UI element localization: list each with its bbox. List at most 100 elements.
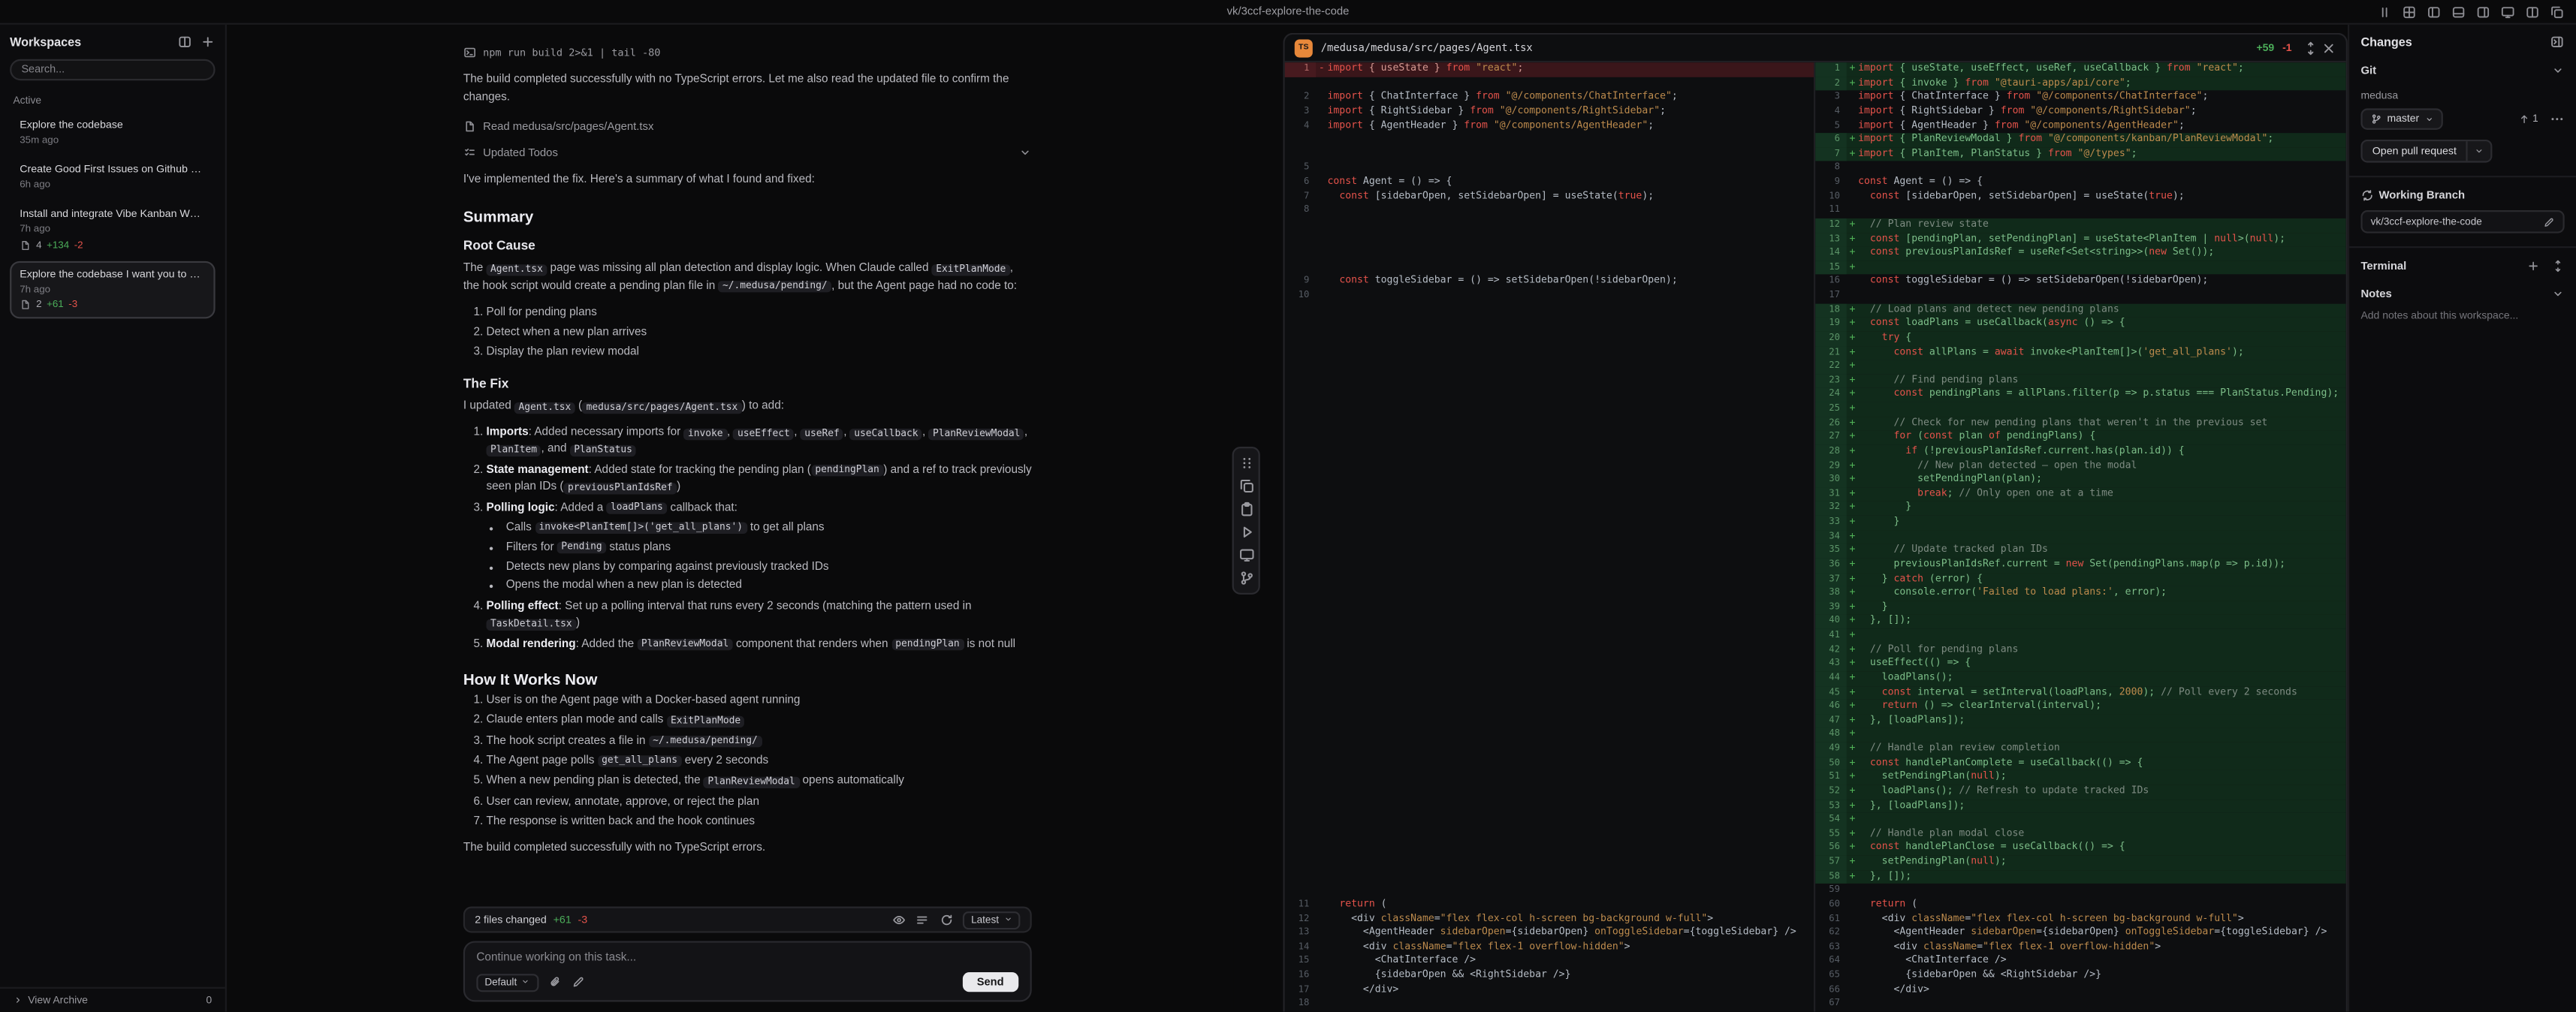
- search-input[interactable]: [10, 59, 215, 80]
- rail-grip-button[interactable]: [1238, 455, 1254, 471]
- refresh-button[interactable]: [939, 913, 953, 927]
- code-line: <div className="flex flex-1 overflow-hid…: [1858, 941, 2346, 955]
- code-line: import { PlanItem, PlanStatus } from "@/…: [1858, 147, 2346, 161]
- line-number: 47: [1815, 714, 1847, 728]
- collapse-panel-icon[interactable]: [2550, 35, 2565, 50]
- diff-sign: +: [1847, 62, 1858, 77]
- mode-dropdown[interactable]: Default: [476, 974, 538, 992]
- diff-sign: [1316, 785, 1327, 799]
- diff-sign: [1316, 501, 1327, 516]
- workspace-item[interactable]: Explore the codebase I want you to ex...…: [10, 261, 215, 319]
- rail-copy-button[interactable]: [1238, 478, 1254, 495]
- new-terminal-icon[interactable]: [2526, 260, 2540, 273]
- diff-row: [1285, 870, 1814, 884]
- line-number: 9: [1285, 275, 1317, 289]
- diff-row: 43+ useEffect(() => {: [1815, 658, 2346, 672]
- git-branch-icon: [2371, 113, 2382, 125]
- diff-row: 35+ // Update tracked plan IDs: [1815, 544, 2346, 559]
- panel-right-button[interactable]: [2476, 4, 2491, 19]
- code-line: [1328, 586, 1814, 601]
- layout-toggle-icon[interactable]: [177, 35, 192, 50]
- line-number: [1285, 884, 1317, 898]
- layout-grid-button[interactable]: [2402, 4, 2417, 19]
- code-line: const [sidebarOpen, setSidebarOpen] = us…: [1328, 190, 1814, 204]
- open-pull-request-button[interactable]: Open pull request: [2360, 140, 2493, 163]
- line-number: 4: [1285, 119, 1317, 134]
- code-line: }: [1858, 501, 2346, 516]
- line-number: [1285, 742, 1317, 757]
- tool-call-row[interactable]: npm run build 2>&1 | tail -80: [463, 46, 1032, 59]
- diff-sign: +: [1847, 487, 1858, 501]
- notes-section-header[interactable]: Notes: [2360, 288, 2564, 301]
- code-line: const handlePlanClose = useCallback(() =…: [1858, 842, 2346, 856]
- assistant-paragraph: I've implemented the fix. Here's a summa…: [463, 173, 1032, 190]
- monitor-button[interactable]: [2500, 4, 2515, 19]
- eye-button[interactable]: [891, 913, 906, 927]
- panel-left-button[interactable]: [2427, 4, 2442, 19]
- inline-code: medusa/src/pages/Agent.tsx: [582, 402, 742, 413]
- line-number: 23: [1815, 374, 1847, 388]
- rail-clipboard-button[interactable]: [1238, 501, 1254, 517]
- diff-old-pane[interactable]: 1-import { useState } from "react";2impo…: [1285, 62, 1816, 1012]
- code-line: [1328, 700, 1814, 714]
- diff-row: 39+ }: [1815, 601, 2346, 615]
- difflist-button[interactable]: [915, 913, 930, 927]
- panel-bottom-button[interactable]: [2451, 4, 2466, 19]
- code-line: [1328, 133, 1814, 147]
- code-line: [1328, 601, 1814, 615]
- conversation-scroll[interactable]: npm run build 2>&1 | tail -80The build c…: [228, 25, 1234, 907]
- diff-sign: [1316, 289, 1327, 303]
- code-line: for (const plan of pendingPlans) {: [1858, 431, 2346, 445]
- code-line: [1858, 402, 2346, 417]
- more-actions-icon[interactable]: [2550, 112, 2565, 127]
- edit-icon[interactable]: [571, 976, 584, 989]
- diff-row: 20+ try {: [1815, 332, 2346, 346]
- diff-sign: [1316, 912, 1327, 926]
- diff-unfold-button[interactable]: [2303, 41, 2318, 56]
- rail-monitor-button[interactable]: [1238, 547, 1254, 563]
- line-number: 57: [1815, 856, 1847, 870]
- diff-sign: [1316, 487, 1327, 501]
- workspace-item[interactable]: Install and integrate Vibe Kanban Web...…: [10, 200, 215, 259]
- pause-button[interactable]: [2377, 4, 2392, 19]
- line-number: 8: [1815, 161, 1847, 176]
- git-section-header[interactable]: Git: [2360, 64, 2564, 77]
- stack-button[interactable]: [2550, 4, 2565, 19]
- diff-sign: +: [1847, 870, 1858, 884]
- chevron-down-icon[interactable]: [1018, 146, 1032, 160]
- expand-terminal-icon[interactable]: [2551, 260, 2565, 273]
- working-branch-field[interactable]: vk/3ccf-explore-the-code: [2360, 210, 2564, 233]
- terminal-section-header[interactable]: Terminal: [2360, 260, 2564, 273]
- send-button[interactable]: Send: [962, 972, 1018, 992]
- workspace-item[interactable]: Create Good First Issues on Github So...…: [10, 156, 215, 199]
- diff-sign: [1316, 431, 1327, 445]
- edit-branch-icon[interactable]: [2543, 216, 2554, 227]
- sidebar-header: Workspaces: [10, 35, 215, 50]
- section-heading: How It Works Now: [463, 670, 1032, 688]
- branch-selector[interactable]: master: [2360, 108, 2442, 129]
- diff-row: [1285, 318, 1814, 332]
- view-archive-row[interactable]: View Archive 0: [0, 987, 225, 1012]
- workspace-item[interactable]: Explore the codebase35m ago: [10, 112, 215, 155]
- diff-x-button[interactable]: [2321, 41, 2336, 56]
- attach-icon[interactable]: [548, 976, 562, 989]
- rail-play-button[interactable]: [1238, 524, 1254, 541]
- split-columns-button[interactable]: [2525, 4, 2540, 19]
- message-composer[interactable]: Continue working on this task... Default…: [463, 941, 1032, 1002]
- code-line: <AgentHeader sidebarOpen={sidebarOpen} o…: [1328, 926, 1814, 941]
- line-number: [1285, 615, 1317, 629]
- inline-code: previousPlanIdsRef: [564, 482, 677, 493]
- rail-branch-button[interactable]: [1238, 570, 1254, 586]
- message-column: npm run build 2>&1 | tail -80The build c…: [463, 46, 1032, 859]
- notes-placeholder[interactable]: Add notes about this workspace...: [2360, 310, 2564, 321]
- diff-sign: [1847, 190, 1858, 204]
- new-workspace-icon[interactable]: [201, 35, 216, 50]
- working-branch-title: Working Branch: [2379, 190, 2466, 201]
- diff-row: [1285, 332, 1814, 346]
- latest-dropdown[interactable]: Latest: [963, 911, 1020, 929]
- tool-call-row[interactable]: Read medusa/src/pages/Agent.tsx: [463, 120, 1032, 134]
- inline-code: Agent.tsx: [487, 264, 547, 275]
- tool-call-row[interactable]: Updated Todos: [463, 146, 1032, 160]
- diff-new-pane[interactable]: 1+import { useState, useEffect, useRef, …: [1815, 62, 2346, 1012]
- diff-sign: +: [1847, 374, 1858, 388]
